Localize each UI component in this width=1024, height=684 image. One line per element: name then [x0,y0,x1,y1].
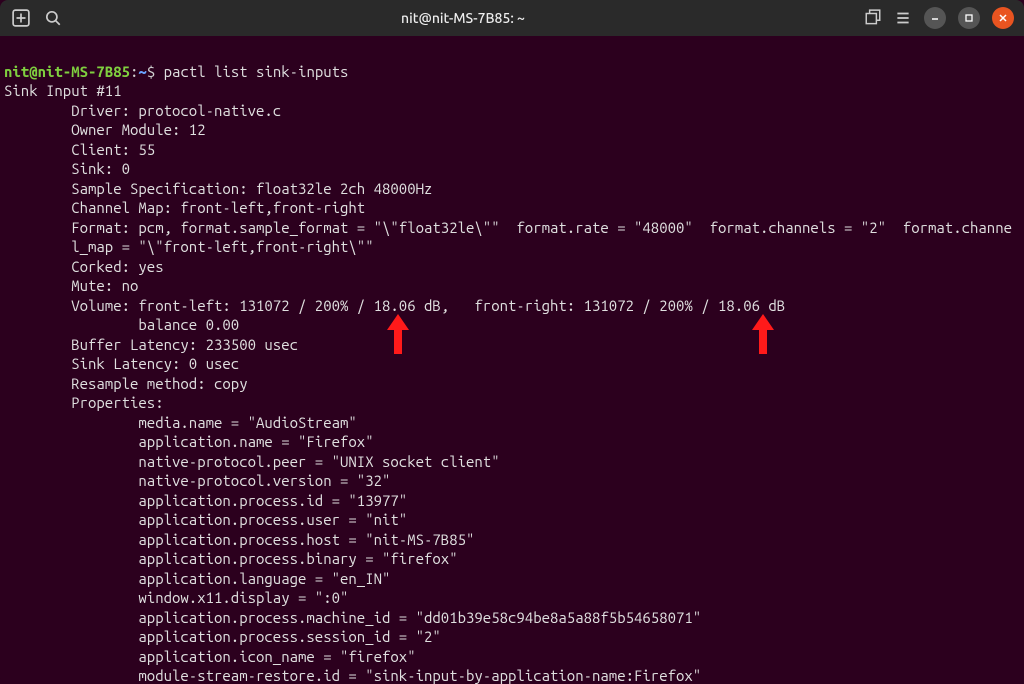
output-line: Sample Specification: float32le 2ch 4800… [4,179,432,199]
property-line: application.process.machine_id = "dd01b3… [4,608,701,628]
property-line: native-protocol.peer = "UNIX socket clie… [4,452,500,472]
output-line: Properties: [4,393,164,413]
terminal-window: nit@nit-MS-7B85: ~ nit@nit-MS-7B85:~$ pa… [0,0,1024,684]
output-line: Buffer Latency: 233500 usec [4,335,298,355]
window-title: nit@nit-MS-7B85: ~ [62,10,864,26]
command-text: pactl list sink-inputs [164,63,349,80]
property-line: native-protocol.version = "32" [4,471,390,491]
property-line: module-stream-restore.id = "sink-input-b… [4,666,701,684]
output-line: Format: pcm, format.sample_format = "\"f… [4,218,1020,257]
output-line: Corked: yes [4,257,164,277]
prompt-user: nit@nit-MS-7B85 [4,63,130,80]
maximize-button[interactable] [958,7,980,29]
property-line: application.process.session_id = "2" [4,627,441,647]
terminal-output: nit@nit-MS-7B85:~$ pactl list sink-input… [4,62,1020,684]
property-line: media.name = "AudioStream" [4,413,357,433]
new-window-icon[interactable] [864,9,882,27]
output-line: Mute: no [4,276,138,296]
output-line: Driver: protocol-native.c [4,101,281,121]
close-button[interactable] [992,7,1014,29]
titlebar: nit@nit-MS-7B85: ~ [0,0,1024,36]
property-line: application.language = "en_IN" [4,569,390,589]
output-volume-line: Volume: front-left: 131072 / 200% / 18.0… [4,296,785,316]
property-line: application.process.user = "nit" [4,510,407,530]
property-line: application.process.host = "nit-MS-7B85" [4,530,474,550]
output-line: Sink Latency: 0 usec [4,354,239,374]
output-line: Sink: 0 [4,159,130,179]
minimize-button[interactable] [924,7,946,29]
property-line: application.icon_name = "firefox" [4,647,416,667]
property-line: application.process.id = "13977" [4,491,407,511]
output-line: Resample method: copy [4,374,248,394]
new-tab-icon[interactable] [12,9,30,27]
property-line: application.process.binary = "firefox" [4,549,458,569]
output-line: Owner Module: 12 [4,120,206,140]
output-line: balance 0.00 [4,315,239,335]
output-line: Sink Input #11 [4,82,122,99]
property-line: window.x11.display = ":0" [4,588,348,608]
output-line: Client: 55 [4,140,155,160]
menu-icon[interactable] [894,9,912,27]
search-icon[interactable] [44,9,62,27]
prompt-path: ~ [138,63,146,80]
output-line: Channel Map: front-left,front-right [4,198,365,218]
terminal-body[interactable]: nit@nit-MS-7B85:~$ pactl list sink-input… [0,36,1024,684]
property-line: application.name = "Firefox" [4,432,374,452]
